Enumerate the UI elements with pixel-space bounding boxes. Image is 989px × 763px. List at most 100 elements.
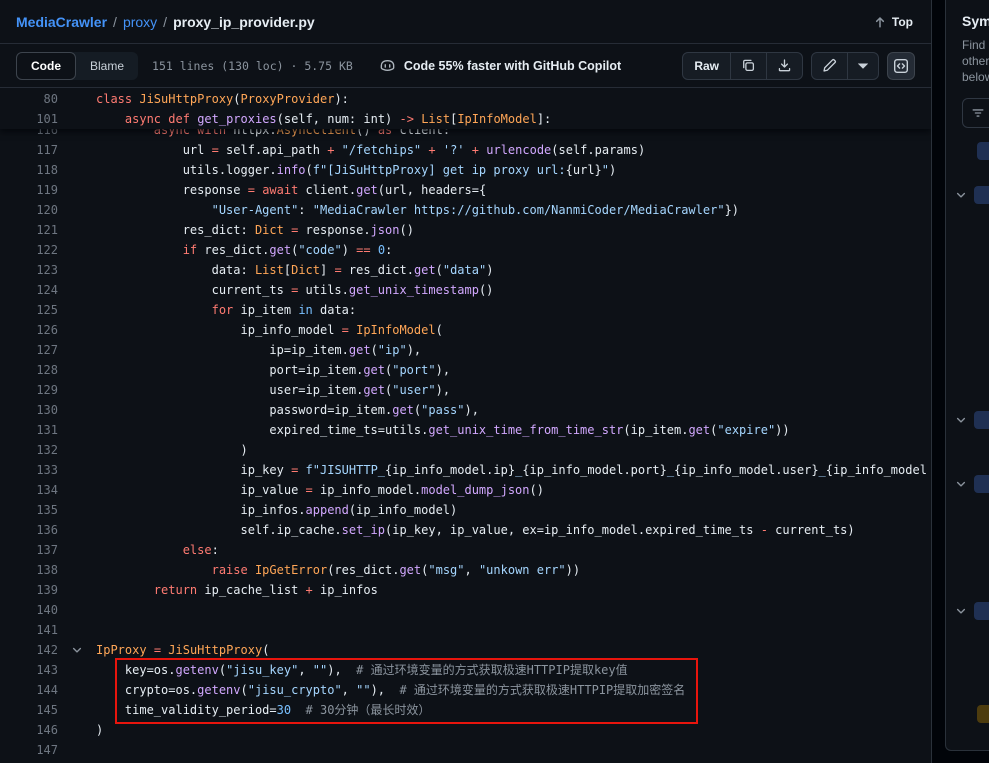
scroll-to-top-button[interactable]: Top	[873, 15, 915, 29]
line-number[interactable]: 80	[0, 89, 58, 109]
edit-file-button[interactable]	[812, 53, 847, 79]
line-number[interactable]: 118	[0, 160, 58, 180]
line-number[interactable]: 126	[0, 320, 58, 340]
download-raw-button[interactable]	[766, 53, 802, 79]
symbols-panel-toggle[interactable]	[887, 52, 915, 80]
line-number[interactable]: 136	[0, 520, 58, 540]
line-number[interactable]: 127	[0, 340, 58, 360]
filter-symbols-box[interactable]	[962, 98, 989, 128]
line-number[interactable]: 137	[0, 540, 58, 560]
symbol-chip[interactable]	[974, 602, 989, 620]
line-number[interactable]: 120	[0, 200, 58, 220]
code-line: 120 "User-Agent": "MediaCrawler https://…	[0, 200, 931, 220]
breadcrumb-separator: /	[163, 14, 167, 30]
fold-gutter	[58, 109, 96, 129]
line-number[interactable]: 101	[0, 109, 58, 129]
sticky-code-header: 80 class JiSuHttpProxy(ProxyProvider): 101…	[0, 88, 931, 129]
symbol-chip[interactable]	[974, 186, 989, 204]
chevron-down-icon[interactable]	[955, 189, 967, 201]
code-line: 126 ip_info_model = IpInfoModel(	[0, 320, 931, 340]
line-number[interactable]: 133	[0, 460, 58, 480]
line-number[interactable]: 140	[0, 600, 58, 620]
code-line: 130 password=ip_item.get("pass"),	[0, 400, 931, 420]
fold-gutter	[58, 200, 96, 220]
chevron-down-icon[interactable]	[955, 414, 967, 426]
code-line-content: password=ip_item.get("pass"),	[96, 400, 931, 420]
breadcrumb: MediaCrawler / proxy / proxy_ip_provider…	[0, 0, 931, 44]
fold-gutter	[58, 740, 96, 760]
scroll-to-top-label: Top	[892, 15, 913, 29]
fold-gutter	[58, 620, 96, 640]
fold-chevron-icon[interactable]	[71, 644, 83, 656]
symbol-chip[interactable]	[974, 475, 989, 493]
fold-gutter	[58, 220, 96, 240]
line-number[interactable]: 134	[0, 480, 58, 500]
symbol-chip[interactable]	[977, 142, 989, 160]
tab-blame[interactable]: Blame	[76, 52, 138, 80]
pencil-icon	[822, 58, 837, 73]
symbol-tree-row[interactable]	[946, 409, 989, 431]
tab-code[interactable]: Code	[16, 52, 76, 80]
copy-raw-button[interactable]	[730, 53, 766, 79]
symbol-tree-row[interactable]	[946, 600, 989, 622]
code-line-content: ip=ip_item.get("ip"),	[96, 340, 931, 360]
symbol-chip[interactable]	[974, 411, 989, 429]
edit-dropdown-button[interactable]	[847, 53, 878, 79]
fold-gutter	[58, 700, 96, 720]
code-line: 128 port=ip_item.get("port"),	[0, 360, 931, 380]
symbol-tree-row[interactable]	[946, 703, 989, 725]
line-number[interactable]: 142	[0, 640, 58, 660]
symbol-tree-row[interactable]	[946, 140, 989, 162]
code-line-content: "User-Agent": "MediaCrawler https://gith…	[96, 200, 931, 220]
line-number[interactable]: 122	[0, 240, 58, 260]
code-line-content	[96, 600, 931, 620]
line-number[interactable]: 138	[0, 560, 58, 580]
code-line-content: async def get_proxies(self, num: int) ->…	[96, 109, 931, 129]
copilot-banner[interactable]: Code 55% faster with GitHub Copilot	[379, 57, 621, 74]
line-number[interactable]: 119	[0, 180, 58, 200]
line-number[interactable]: 129	[0, 380, 58, 400]
symbol-tree-row[interactable]	[946, 473, 989, 495]
code-blame-switcher: Code Blame	[16, 52, 138, 80]
line-number[interactable]: 117	[0, 140, 58, 160]
code-line-content: current_ts = utils.get_unix_timestamp()	[96, 280, 931, 300]
line-number[interactable]: 130	[0, 400, 58, 420]
line-number[interactable]: 146	[0, 720, 58, 740]
line-number[interactable]: 144	[0, 680, 58, 700]
line-number[interactable]: 131	[0, 420, 58, 440]
code-line-content: ip_info_model = IpInfoModel(	[96, 320, 931, 340]
line-number[interactable]: 132	[0, 440, 58, 460]
symbol-tree-row[interactable]	[946, 184, 989, 206]
code-line-content: ip_value = ip_info_model.model_dump_json…	[96, 480, 931, 500]
code-line-content: expired_time_ts=utils.get_unix_time_from…	[96, 420, 931, 440]
chevron-down-icon[interactable]	[955, 478, 967, 490]
line-number[interactable]: 125	[0, 300, 58, 320]
line-number[interactable]: 141	[0, 620, 58, 640]
code-line-content: for ip_item in data:	[96, 300, 931, 320]
code-line: 124 current_ts = utils.get_unix_timestam…	[0, 280, 931, 300]
fold-gutter	[58, 640, 96, 660]
raw-button[interactable]: Raw	[683, 53, 730, 79]
line-number[interactable]: 147	[0, 740, 58, 760]
code-line: 136 self.ip_cache.set_ip(ip_key, ip_valu…	[0, 520, 931, 540]
code-line: 131 expired_time_ts=utils.get_unix_time_…	[0, 420, 931, 440]
code-square-icon	[893, 58, 909, 74]
code-line: 137 else:	[0, 540, 931, 560]
code-line: 119 response = await client.get(url, hea…	[0, 180, 931, 200]
breadcrumb-folder-link[interactable]: proxy	[123, 14, 157, 30]
line-number[interactable]: 123	[0, 260, 58, 280]
line-number[interactable]: 143	[0, 660, 58, 680]
code-line-content: class JiSuHttpProxy(ProxyProvider):	[96, 89, 931, 109]
copilot-icon	[379, 57, 396, 74]
line-number[interactable]: 128	[0, 360, 58, 380]
symbol-chip[interactable]	[977, 705, 989, 723]
breadcrumb-repo-link[interactable]: MediaCrawler	[16, 14, 107, 30]
chevron-down-icon[interactable]	[955, 605, 967, 617]
line-number[interactable]: 135	[0, 500, 58, 520]
line-number[interactable]: 124	[0, 280, 58, 300]
code-line-content: )	[96, 440, 931, 460]
fold-gutter	[58, 440, 96, 460]
line-number[interactable]: 139	[0, 580, 58, 600]
line-number[interactable]: 121	[0, 220, 58, 240]
line-number[interactable]: 145	[0, 700, 58, 720]
